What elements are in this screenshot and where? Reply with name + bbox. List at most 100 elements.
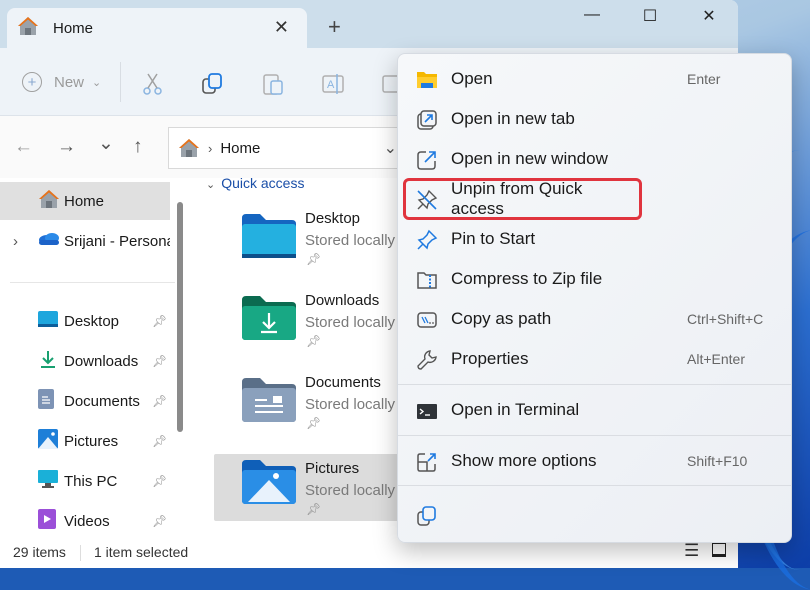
tile-subtitle: Stored locally: [305, 482, 396, 499]
wrench-icon: [417, 350, 437, 370]
sidebar-item-label: Home: [64, 192, 105, 210]
menu-item-compress-to-zip[interactable]: Compress to Zip file: [406, 261, 785, 297]
pin-icon: 📌︎: [152, 514, 168, 528]
close-tab-icon[interactable]: ✕: [274, 17, 289, 38]
collapse-chevron-icon: ⌄: [206, 179, 216, 191]
sidebar-item-home[interactable]: Home: [0, 182, 170, 220]
desktop-icon: [38, 310, 58, 332]
unpin-icon: [417, 189, 438, 210]
back-button[interactable]: ←: [14, 136, 33, 158]
forward-button[interactable]: →: [57, 136, 76, 158]
sidebar-item-this-pc[interactable]: This PC 📌︎: [0, 462, 170, 500]
desktop-folder-icon: [242, 214, 296, 258]
pin-icon: 📌︎: [152, 394, 168, 408]
folder-icon: [417, 72, 437, 88]
maximize-button[interactable]: ☐: [630, 6, 670, 26]
recent-locations-button[interactable]: ⌄: [98, 132, 114, 155]
tile-subtitle: Stored locally: [305, 396, 396, 413]
pin-icon: 📌︎: [306, 502, 322, 516]
sidebar-item-videos[interactable]: Videos 📌︎: [0, 502, 170, 540]
quick-access-header[interactable]: ⌄ Quick access: [206, 175, 304, 191]
menu-item-shortcut: Alt+Enter: [687, 351, 745, 367]
status-divider: [80, 545, 81, 561]
menu-item-label: Properties: [451, 349, 529, 368]
tile-subtitle: Stored locally: [305, 232, 396, 249]
pin-icon: 📌︎: [152, 434, 168, 448]
tile-name: Downloads: [305, 292, 380, 309]
sidebar-item-label: Srijani - Persona: [64, 232, 170, 250]
minimize-button[interactable]: —: [572, 6, 612, 24]
quick-access-tile-documents[interactable]: Documents Stored locally 📌︎: [214, 370, 414, 436]
plus-circle-icon: +: [22, 72, 42, 92]
menu-item-pin-to-start[interactable]: Pin to Start: [406, 221, 785, 257]
toolbar-divider: [120, 62, 121, 102]
menu-divider: [398, 485, 791, 486]
sidebar-divider: [10, 282, 175, 283]
breadcrumb-separator: ›: [208, 140, 213, 156]
tile-name: Desktop: [305, 210, 361, 227]
sidebar-item-desktop[interactable]: Desktop 📌︎: [0, 302, 170, 340]
new-button[interactable]: + New ⌄: [22, 72, 101, 92]
new-label: New: [54, 73, 85, 91]
copy-path-icon: [417, 312, 437, 328]
quick-access-tile-downloads[interactable]: Downloads Stored locally 📌︎: [214, 288, 414, 354]
new-window-icon: [417, 151, 436, 170]
menu-copy-button[interactable]: [406, 497, 442, 533]
menu-item-open-in-terminal[interactable]: Open in Terminal: [406, 392, 785, 428]
tile-name: Documents: [305, 374, 381, 391]
home-icon: [17, 16, 39, 41]
menu-item-label: Show more options: [451, 451, 597, 470]
videos-icon: [38, 509, 56, 533]
cut-icon[interactable]: [141, 72, 165, 96]
menu-item-copy-as-path[interactable]: Copy as path Ctrl+Shift+C: [406, 301, 785, 337]
quick-access-tile-pictures[interactable]: Pictures Stored locally 📌︎: [214, 454, 414, 521]
menu-item-open[interactable]: Open Enter: [406, 61, 785, 97]
address-dropdown-icon[interactable]: ⌄: [384, 138, 397, 158]
downloads-icon: [38, 349, 58, 373]
menu-item-shortcut: Ctrl+Shift+C: [687, 311, 764, 327]
onedrive-icon: [38, 232, 60, 250]
documents-folder-icon: [242, 378, 296, 422]
new-tab-button[interactable]: +: [328, 14, 341, 40]
new-tab-icon: [417, 110, 437, 130]
address-bar[interactable]: › Home ⌄: [168, 127, 408, 169]
pin-icon: 📌︎: [152, 314, 168, 328]
menu-item-label: Unpin from Quick access: [451, 179, 583, 218]
menu-item-shortcut: Enter: [687, 71, 721, 87]
menu-item-open-in-new-window[interactable]: Open in new window: [406, 141, 785, 177]
copy-icon[interactable]: [200, 72, 224, 96]
tab-home[interactable]: Home ✕: [7, 8, 307, 48]
menu-item-show-more-options[interactable]: Show more options Shift+F10: [406, 443, 785, 479]
documents-icon: [38, 389, 54, 413]
sidebar-item-documents[interactable]: Documents 📌︎: [0, 382, 170, 420]
pictures-icon: [38, 429, 58, 453]
menu-item-unpin-from-quick-access[interactable]: Unpin from Quick access: [403, 178, 642, 220]
sidebar-item-pictures[interactable]: Pictures 📌︎: [0, 422, 170, 460]
pin-icon: 📌︎: [306, 416, 322, 430]
menu-item-open-in-new-tab[interactable]: Open in new tab: [406, 101, 785, 137]
rename-icon[interactable]: A: [321, 72, 345, 96]
quick-access-tile-desktop[interactable]: Desktop Stored locally 📌︎: [214, 206, 414, 272]
pin-icon: 📌︎: [152, 354, 168, 368]
tab-title: Home: [53, 19, 94, 37]
details-view-icon[interactable]: ☰: [684, 541, 699, 561]
title-bar: Home ✕ + — ☐ ✕: [0, 0, 738, 48]
breadcrumb-home[interactable]: Home: [220, 140, 260, 157]
paste-icon[interactable]: [261, 72, 285, 96]
downloads-folder-icon: [242, 296, 296, 340]
menu-item-properties[interactable]: Properties Alt+Enter: [406, 341, 785, 377]
up-button[interactable]: ↑: [133, 136, 143, 158]
home-icon: [38, 189, 60, 213]
close-window-button[interactable]: ✕: [689, 6, 729, 26]
pin-icon: [417, 229, 438, 250]
menu-item-label: Compress to Zip file: [451, 269, 603, 288]
item-count: 29 items: [13, 544, 66, 560]
sidebar-item-onedrive[interactable]: › Srijani - Persona: [0, 222, 170, 260]
expand-chevron-icon[interactable]: ›: [13, 233, 18, 250]
tile-subtitle: Stored locally: [305, 314, 396, 331]
menu-item-shortcut: Shift+F10: [687, 453, 748, 469]
sidebar-item-downloads[interactable]: Downloads 📌︎: [0, 342, 170, 380]
tile-name: Pictures: [305, 460, 360, 477]
tiles-view-icon[interactable]: [712, 543, 726, 557]
sidebar-scrollbar[interactable]: [177, 202, 183, 432]
